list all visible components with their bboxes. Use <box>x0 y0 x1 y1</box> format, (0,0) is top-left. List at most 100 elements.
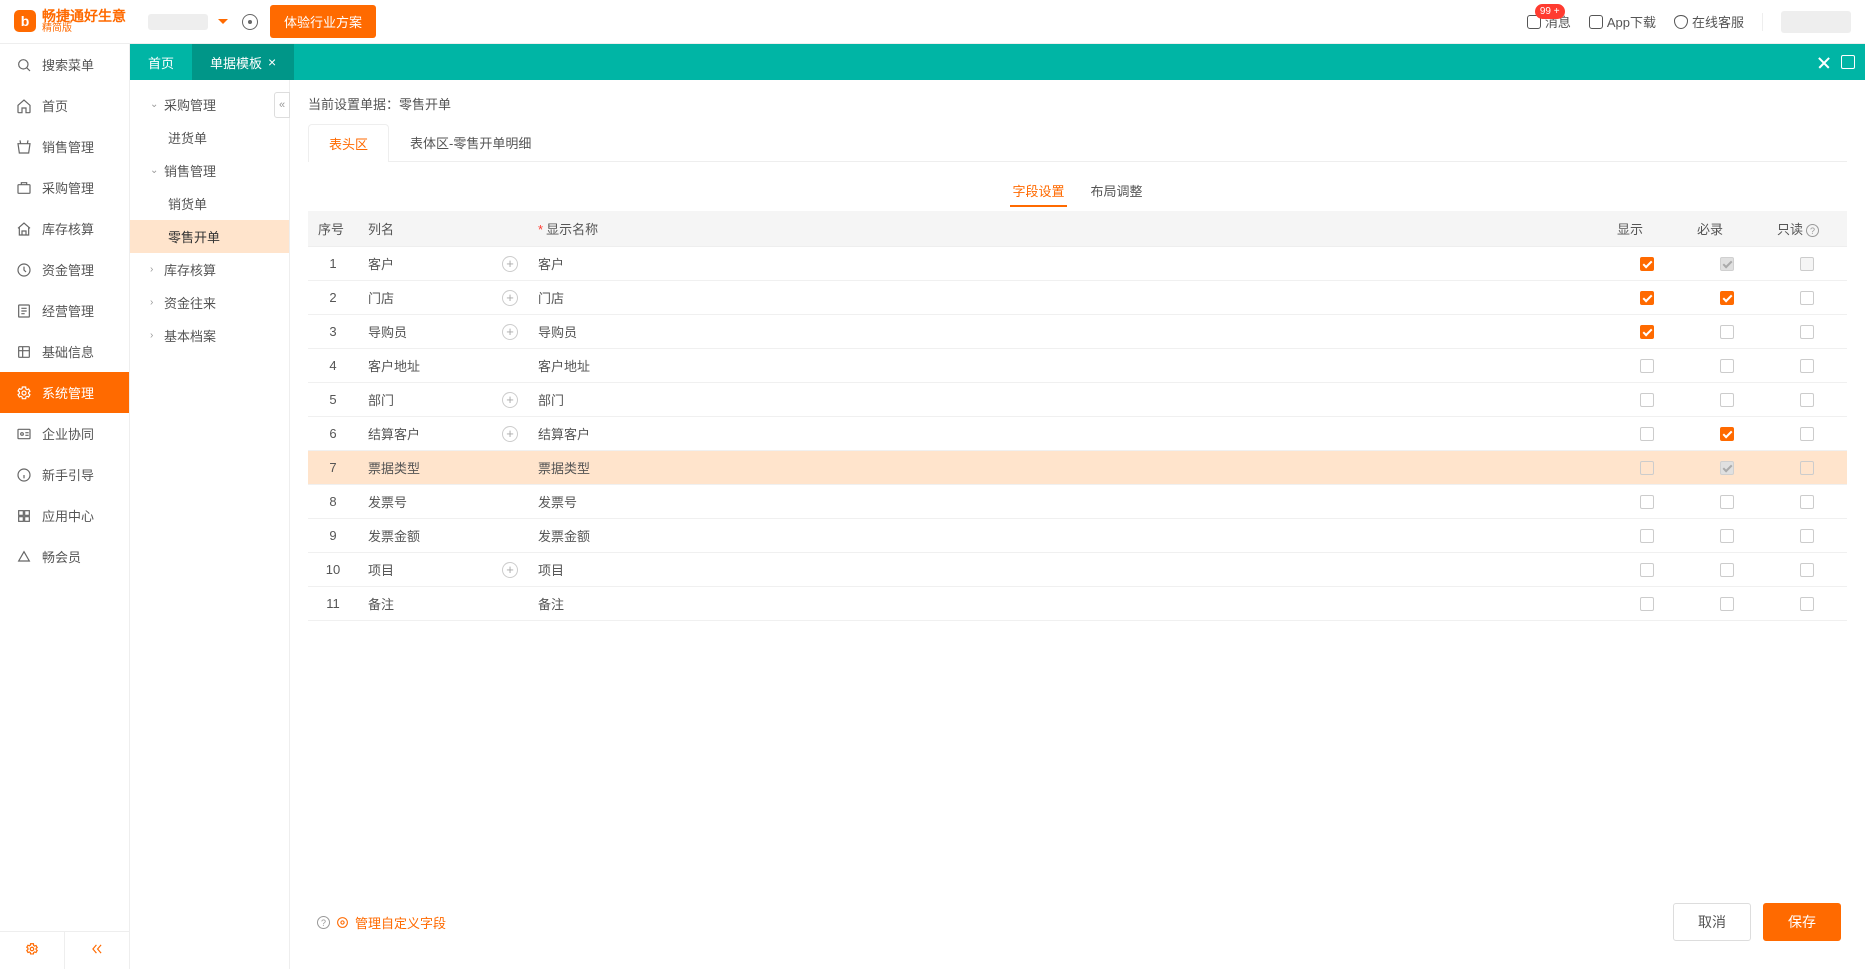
checkbox[interactable] <box>1640 393 1654 407</box>
checkbox[interactable] <box>1800 427 1814 441</box>
save-button[interactable]: 保存 <box>1763 903 1841 941</box>
gear-icon[interactable] <box>242 14 258 30</box>
subtab-body-area[interactable]: 表体区-零售开单明细 <box>389 123 552 161</box>
tree-item-3[interactable]: 销货单 <box>130 187 289 220</box>
checkbox[interactable] <box>1640 427 1654 441</box>
table-row[interactable]: 5部门+部门 <box>308 383 1847 417</box>
close-all-tabs-icon[interactable] <box>1817 55 1831 69</box>
tab-home[interactable]: 首页 <box>130 44 192 80</box>
table-row[interactable]: 7票据类型票据类型 <box>308 451 1847 485</box>
checkbox[interactable] <box>1720 359 1734 373</box>
cell-display[interactable]: 客户 <box>528 247 1607 281</box>
checkbox[interactable] <box>1800 563 1814 577</box>
checkbox[interactable] <box>1800 529 1814 543</box>
checkbox[interactable] <box>1640 359 1654 373</box>
tree-item-4[interactable]: 零售开单 <box>130 220 289 253</box>
table-row[interactable]: 8发票号发票号 <box>308 485 1847 519</box>
fullscreen-icon[interactable] <box>1841 55 1855 69</box>
table-row[interactable]: 11备注备注 <box>308 587 1847 621</box>
checkbox[interactable] <box>1720 325 1734 339</box>
sidebar-item-3[interactable]: 采购管理 <box>0 167 129 208</box>
checkbox[interactable] <box>1800 461 1814 475</box>
cell-display[interactable]: 票据类型 <box>528 451 1607 485</box>
sidebar-item-11[interactable]: 应用中心 <box>0 495 129 536</box>
cancel-button[interactable]: 取消 <box>1673 903 1751 941</box>
checkbox[interactable] <box>1720 563 1734 577</box>
modetab-layout-adjust[interactable]: 布局调整 <box>1089 176 1145 207</box>
tree-item-1[interactable]: 进货单 <box>130 121 289 154</box>
company-selector[interactable] <box>148 14 228 30</box>
sidebar-item-6[interactable]: 经营管理 <box>0 290 129 331</box>
sidebar-item-10[interactable]: 新手引导 <box>0 454 129 495</box>
cell-display[interactable]: 发票金额 <box>528 519 1607 553</box>
cell-display[interactable]: 项目 <box>528 553 1607 587</box>
table-row[interactable]: 9发票金额发票金额 <box>308 519 1847 553</box>
sidebar-item-12[interactable]: 畅会员 <box>0 536 129 577</box>
app-download-link[interactable]: App下载 <box>1589 12 1656 31</box>
footer-collapse-button[interactable] <box>64 932 129 969</box>
add-column-icon[interactable]: + <box>502 324 518 340</box>
footer-settings-button[interactable] <box>0 932 64 969</box>
messages-link[interactable]: 99 + 消息 <box>1527 12 1571 31</box>
checkbox[interactable] <box>1800 325 1814 339</box>
checkbox[interactable] <box>1640 495 1654 509</box>
checkbox[interactable] <box>1720 427 1734 441</box>
tree-collapse-handle[interactable]: « <box>274 92 290 118</box>
cell-display[interactable]: 部门 <box>528 383 1607 417</box>
logo[interactable]: b 畅捷通好生意 精简版 <box>14 9 130 34</box>
checkbox[interactable] <box>1720 597 1734 611</box>
cell-display[interactable]: 备注 <box>528 587 1607 621</box>
table-row[interactable]: 1客户+客户 <box>308 247 1847 281</box>
checkbox[interactable] <box>1640 461 1654 475</box>
sidebar-item-4[interactable]: 库存核算 <box>0 208 129 249</box>
checkbox[interactable] <box>1800 393 1814 407</box>
add-column-icon[interactable]: + <box>502 392 518 408</box>
table-row[interactable]: 10项目+项目 <box>308 553 1847 587</box>
checkbox[interactable] <box>1800 359 1814 373</box>
checkbox[interactable] <box>1720 529 1734 543</box>
table-row[interactable]: 2门店+门店 <box>308 281 1847 315</box>
checkbox[interactable] <box>1640 325 1654 339</box>
sidebar-item-7[interactable]: 基础信息 <box>0 331 129 372</box>
tree-item-7[interactable]: ›基本档案 <box>130 319 289 352</box>
sidebar-item-5[interactable]: 资金管理 <box>0 249 129 290</box>
table-row[interactable]: 4客户地址客户地址 <box>308 349 1847 383</box>
cell-display[interactable]: 导购员 <box>528 315 1607 349</box>
checkbox[interactable] <box>1640 597 1654 611</box>
tree-item-6[interactable]: ›资金往来 <box>130 286 289 319</box>
checkbox[interactable] <box>1800 291 1814 305</box>
add-column-icon[interactable]: + <box>502 562 518 578</box>
add-column-icon[interactable]: + <box>502 290 518 306</box>
table-row[interactable]: 3导购员+导购员 <box>308 315 1847 349</box>
tree-item-0[interactable]: ⌄采购管理 <box>130 88 289 121</box>
tree-item-5[interactable]: ›库存核算 <box>130 253 289 286</box>
add-column-icon[interactable]: + <box>502 256 518 272</box>
online-service-link[interactable]: 在线客服 <box>1674 12 1744 31</box>
checkbox[interactable] <box>1640 257 1654 271</box>
sidebar-item-8[interactable]: 系统管理 <box>0 372 129 413</box>
cell-display[interactable]: 客户地址 <box>528 349 1607 383</box>
sidebar-item-9[interactable]: 企业协同 <box>0 413 129 454</box>
user-avatar[interactable] <box>1781 11 1851 33</box>
sidebar-item-1[interactable]: 首页 <box>0 85 129 126</box>
cell-display[interactable]: 门店 <box>528 281 1607 315</box>
sidebar-item-0[interactable]: 搜索菜单 <box>0 44 129 85</box>
checkbox[interactable] <box>1720 495 1734 509</box>
help-icon[interactable]: ? <box>1806 224 1819 237</box>
table-row[interactable]: 6结算客户+结算客户 <box>308 417 1847 451</box>
tab-template[interactable]: 单据模板 × <box>192 44 294 80</box>
checkbox[interactable] <box>1640 529 1654 543</box>
subtab-header-area[interactable]: 表头区 <box>308 124 389 162</box>
modetab-field-setting[interactable]: 字段设置 <box>1010 176 1066 207</box>
checkbox[interactable] <box>1800 495 1814 509</box>
checkbox[interactable] <box>1640 563 1654 577</box>
checkbox[interactable] <box>1720 393 1734 407</box>
checkbox[interactable] <box>1640 291 1654 305</box>
checkbox[interactable] <box>1800 597 1814 611</box>
manage-custom-fields-link[interactable]: ? 管理自定义字段 <box>314 913 446 932</box>
sidebar-item-2[interactable]: 销售管理 <box>0 126 129 167</box>
experience-plan-button[interactable]: 体验行业方案 <box>270 5 376 38</box>
checkbox[interactable] <box>1720 291 1734 305</box>
tab-close-icon[interactable]: × <box>268 55 276 69</box>
add-column-icon[interactable]: + <box>502 426 518 442</box>
